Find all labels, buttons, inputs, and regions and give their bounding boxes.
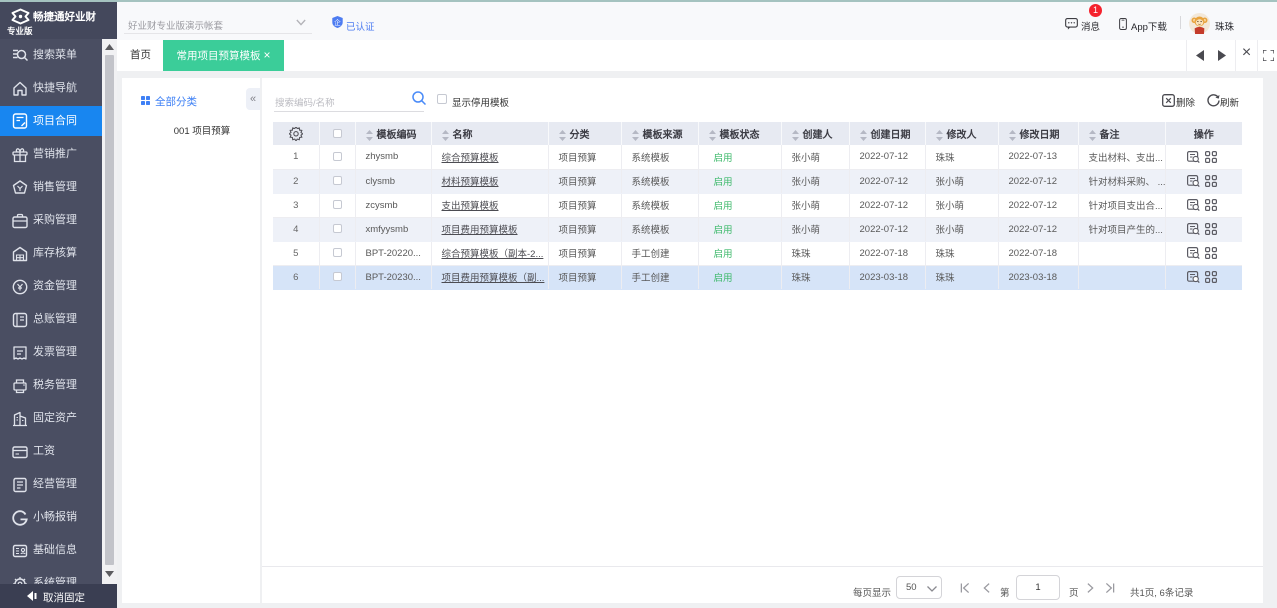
- svg-text:企: 企: [334, 17, 341, 26]
